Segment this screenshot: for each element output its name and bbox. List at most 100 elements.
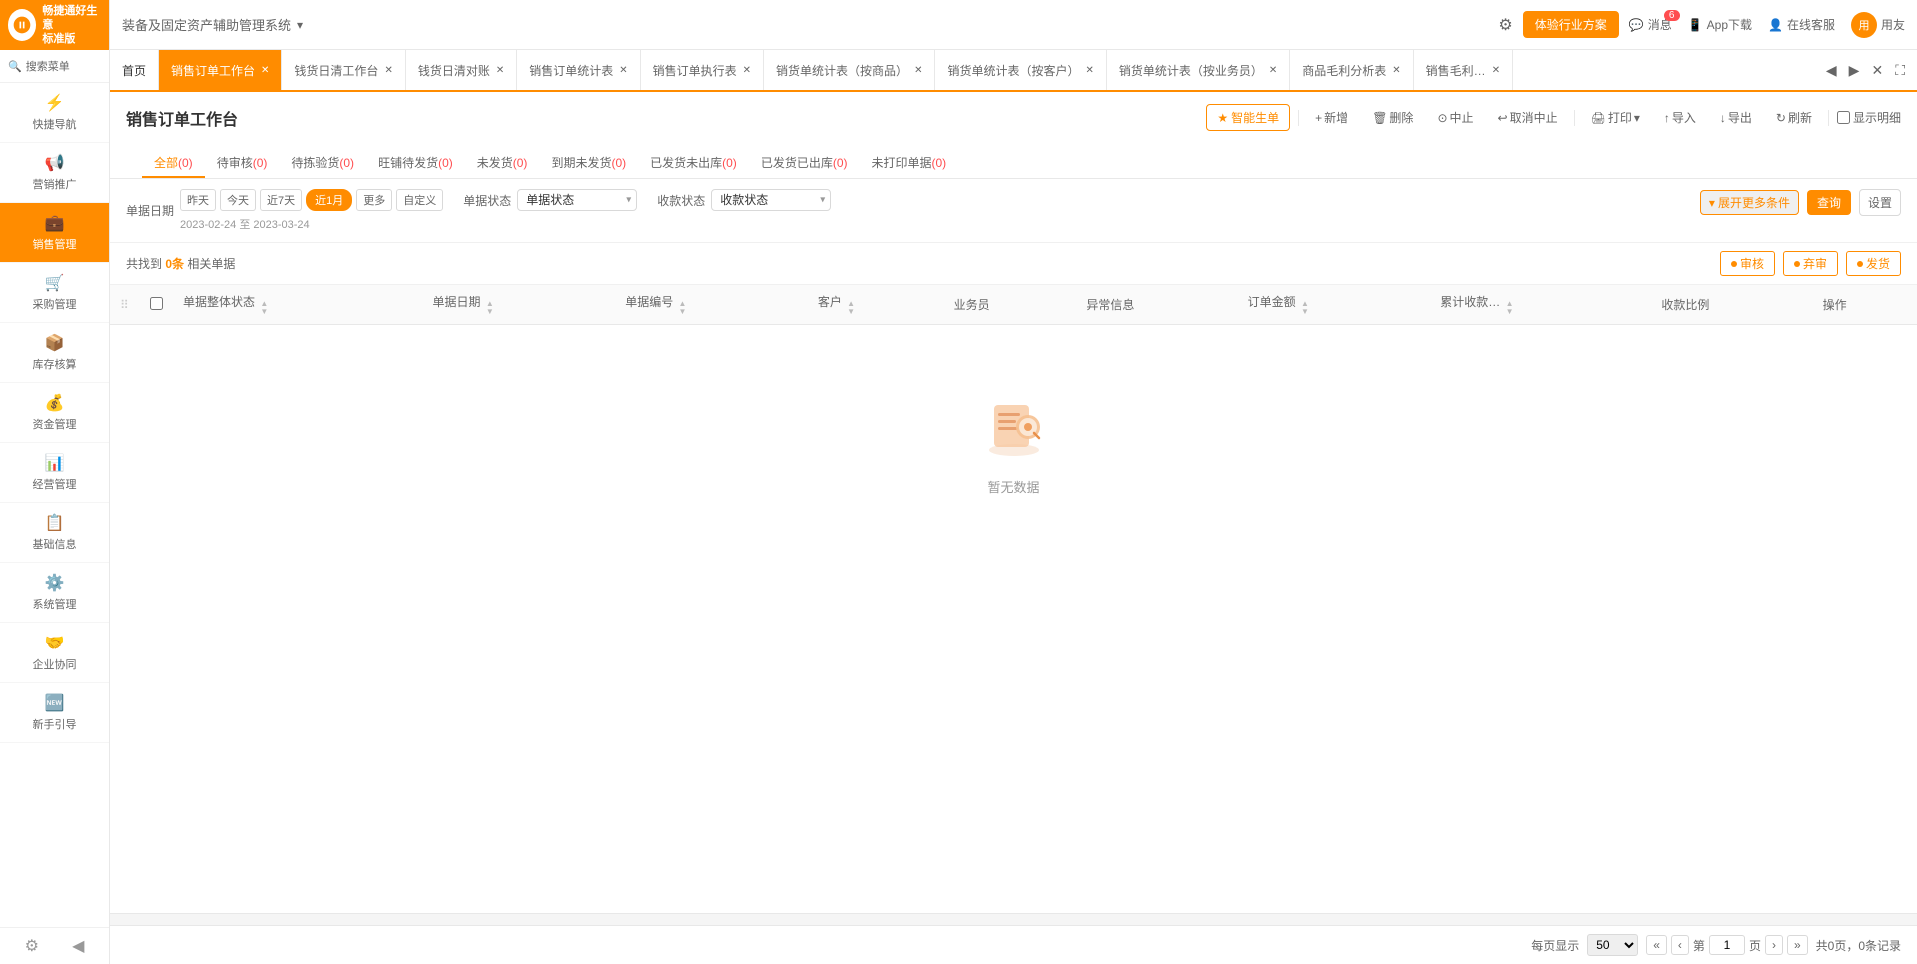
tab-close-7[interactable]: ✕: [1085, 65, 1093, 76]
sidebar-item-operations[interactable]: 📊 经营管理: [0, 443, 109, 503]
sales-label: 销售管理: [33, 236, 77, 252]
tab-close-6[interactable]: ✕: [914, 65, 922, 76]
sort-collected[interactable]: ▲▼: [1506, 300, 1514, 316]
sort-customer[interactable]: ▲▼: [847, 300, 855, 316]
query-button[interactable]: 查询: [1807, 190, 1851, 215]
result-count: 共找到 0条 相关单据: [126, 255, 235, 272]
ship-button[interactable]: 发货: [1846, 251, 1901, 276]
sidebar-item-quick-nav[interactable]: ⚡ 快捷导航: [0, 83, 109, 143]
tab-prev-icon[interactable]: ◀: [1822, 58, 1841, 83]
sub-tab-4[interactable]: 未发货(0): [465, 149, 540, 178]
add-button[interactable]: + 新增: [1307, 105, 1356, 130]
sub-tab-6[interactable]: 已发货未出库(0): [638, 149, 749, 178]
sub-tab-2[interactable]: 待拣验货(0): [279, 149, 366, 178]
tab-close-2[interactable]: ✕: [384, 65, 392, 76]
audit-button[interactable]: 审核: [1720, 251, 1775, 276]
tab-4[interactable]: 销售订单统计表✕: [517, 50, 640, 90]
sort-number[interactable]: ▲▼: [679, 300, 687, 316]
solution-button[interactable]: 体验行业方案: [1523, 11, 1619, 38]
tab-fullscreen-icon[interactable]: ⛶: [1891, 58, 1909, 83]
sort-status[interactable]: ▲▼: [260, 300, 268, 316]
next-page-button[interactable]: ›: [1765, 935, 1783, 955]
empty-text: 暂无数据: [987, 477, 1039, 496]
sidebar-item-basic-info[interactable]: 📋 基础信息: [0, 503, 109, 563]
search-menu[interactable]: 🔍 搜索菜单: [0, 50, 109, 83]
tab-label-0: 首页: [122, 62, 146, 79]
select-all-checkbox[interactable]: [150, 297, 163, 310]
tab-10[interactable]: 销售毛利…✕: [1414, 50, 1513, 90]
show-detail-checkbox[interactable]: [1837, 111, 1850, 124]
marketing-label: 营销推广: [33, 176, 77, 192]
topbar-settings-icon[interactable]: ⚙: [1498, 15, 1512, 35]
user-item[interactable]: 用 用友: [1851, 12, 1905, 38]
sidebar-item-system[interactable]: ⚙️ 系统管理: [0, 563, 109, 623]
settings-icon[interactable]: ⚙: [25, 936, 39, 956]
status-select[interactable]: 单据状态: [517, 189, 637, 211]
discard-audit-button[interactable]: 弃审: [1783, 251, 1838, 276]
sidebar-item-inventory[interactable]: 📦 库存核算: [0, 323, 109, 383]
import-button[interactable]: ↑ 导入: [1656, 105, 1704, 130]
refresh-button[interactable]: ↻ 刷新: [1768, 105, 1820, 130]
inventory-icon: 📦: [45, 333, 65, 353]
prev-page-button[interactable]: ‹: [1671, 935, 1689, 955]
date-btn-7days[interactable]: 近7天: [260, 189, 302, 211]
sort-amount[interactable]: ▲▼: [1301, 300, 1309, 316]
show-detail-checkbox-label[interactable]: 显示明细: [1837, 109, 1901, 126]
date-btn-1month[interactable]: 近1月: [306, 189, 352, 211]
cancel-stop-button[interactable]: ↩ 取消中止: [1490, 105, 1566, 130]
sub-tab-7[interactable]: 已发货已出库(0): [749, 149, 860, 178]
tab-close-4[interactable]: ✕: [619, 65, 627, 76]
tab-next-icon[interactable]: ▶: [1845, 58, 1864, 83]
sort-date[interactable]: ▲▼: [486, 300, 494, 316]
export-button[interactable]: ↓ 导出: [1712, 105, 1760, 130]
sub-tab-5[interactable]: 到期未发货(0): [539, 149, 638, 178]
sub-tab-3[interactable]: 旺铺待发货(0): [366, 149, 465, 178]
collapse-icon[interactable]: ◀: [72, 936, 84, 956]
sidebar-item-guide[interactable]: 🆕 新手引导: [0, 683, 109, 743]
sub-tab-0[interactable]: 全部(0): [142, 149, 205, 178]
app-download-item[interactable]: 📱 App下载: [1688, 16, 1752, 33]
message-item[interactable]: 💬 消息 6: [1629, 16, 1672, 33]
sidebar-item-sales[interactable]: 💼 销售管理: [0, 203, 109, 263]
tab-close-all-icon[interactable]: ✕: [1867, 58, 1887, 83]
sidebar-item-marketing[interactable]: 📢 营销推广: [0, 143, 109, 203]
tab-close-8[interactable]: ✕: [1269, 65, 1277, 76]
sidebar-item-purchase[interactable]: 🛒 采购管理: [0, 263, 109, 323]
tab-6[interactable]: 销货单统计表（按商品）✕: [764, 50, 935, 90]
tab-close-9[interactable]: ✕: [1392, 65, 1400, 76]
stop-button[interactable]: ⊙ 中止: [1429, 105, 1481, 130]
tab-close-3[interactable]: ✕: [496, 65, 504, 76]
page-number-input[interactable]: [1709, 935, 1745, 955]
sub-tab-1[interactable]: 待审核(0): [205, 149, 280, 178]
payment-select[interactable]: 收款状态: [711, 189, 831, 211]
tab-5[interactable]: 销售订单执行表✕: [641, 50, 764, 90]
tab-1[interactable]: 销售订单工作台✕: [159, 50, 282, 90]
date-btn-yesterday[interactable]: 昨天: [180, 189, 216, 211]
tab-close-1[interactable]: ✕: [261, 65, 269, 76]
tab-close-5[interactable]: ✕: [743, 65, 751, 76]
first-page-button[interactable]: «: [1646, 935, 1667, 955]
settings-button[interactable]: 设置: [1859, 189, 1901, 216]
tab-9[interactable]: 商品毛利分析表✕: [1290, 50, 1413, 90]
smart-generate-button[interactable]: ★ 智能生单: [1206, 104, 1290, 131]
tab-close-10[interactable]: ✕: [1492, 65, 1500, 76]
tab-0[interactable]: 首页: [110, 50, 159, 90]
print-button[interactable]: 🖨 打印 ▾: [1583, 105, 1648, 130]
sidebar-item-enterprise[interactable]: 🤝 企业协同: [0, 623, 109, 683]
date-btn-custom[interactable]: 自定义: [396, 189, 443, 211]
tab-3[interactable]: 钱货日清对账 ✕: [406, 50, 517, 90]
tab-2[interactable]: 钱货日清工作台✕: [282, 50, 405, 90]
date-btn-more[interactable]: 更多: [356, 189, 392, 211]
sidebar-item-finance[interactable]: 💰 资金管理: [0, 383, 109, 443]
page-size-select[interactable]: 50 20 100 200: [1587, 934, 1638, 956]
last-page-button[interactable]: »: [1787, 935, 1808, 955]
tab-label-3: 钱货日清对账: [418, 62, 490, 79]
expand-button[interactable]: ▾ 展开更多条件: [1700, 190, 1799, 215]
tab-7[interactable]: 销货单统计表（按客户）✕: [935, 50, 1106, 90]
tab-8[interactable]: 销货单统计表（按业务员）✕: [1107, 50, 1290, 90]
horizontal-scrollbar[interactable]: [110, 913, 1917, 925]
date-btn-today[interactable]: 今天: [220, 189, 256, 211]
delete-button[interactable]: 🗑 删除: [1364, 105, 1421, 130]
sub-tab-8[interactable]: 未打印单据(0): [860, 149, 959, 178]
online-service-item[interactable]: 👤 在线客服: [1768, 16, 1835, 33]
